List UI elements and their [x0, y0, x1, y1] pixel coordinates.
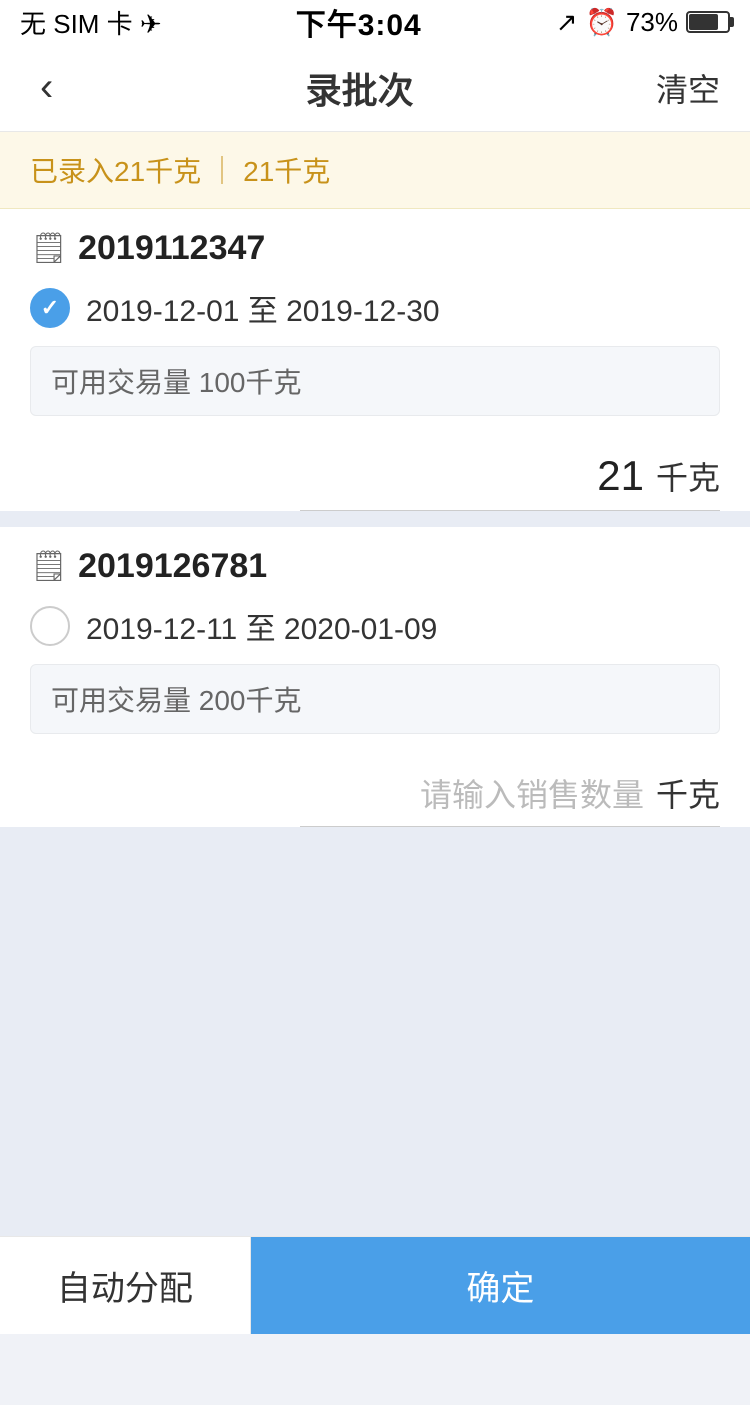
- radio-checked-1[interactable]: [30, 288, 70, 328]
- no-sim-label: 无 SIM 卡 ✈: [20, 4, 162, 41]
- battery-icon: [686, 11, 730, 33]
- batch-header-2: 🗒 2019126781: [0, 527, 750, 596]
- batch-date-2: 2019-12-11 至 2020-01-09: [86, 604, 437, 648]
- empty-area: [0, 827, 750, 1307]
- batch-icon-1: 🗒: [30, 231, 68, 266]
- radio-unchecked-2[interactable]: [30, 606, 70, 646]
- status-time: 下午3:04: [296, 0, 422, 44]
- batch-available-2: 可用交易量 200千克: [30, 664, 720, 734]
- quantity-placeholder-2: 请输入销售数量: [30, 770, 644, 816]
- bottom-bar: 自动分配 确定: [0, 1236, 750, 1334]
- batch-date-row-1[interactable]: 2019-12-01 至 2019-12-30: [0, 278, 750, 338]
- quantity-input-1[interactable]: [524, 452, 644, 500]
- clear-button[interactable]: 清空: [656, 65, 720, 111]
- batch-date-row-2[interactable]: 2019-12-11 至 2020-01-09: [0, 596, 750, 656]
- page-title: 录批次: [306, 62, 414, 114]
- quantity-row-2: 请输入销售数量 千克: [0, 750, 750, 826]
- batch-available-1: 可用交易量 100千克: [30, 346, 720, 416]
- quantity-unit-1: 千克: [656, 453, 720, 499]
- recorded-amount: 已录入21千克: [30, 150, 201, 190]
- status-bar: 无 SIM 卡 ✈ 下午3:04 ↗ ⏰ 73%: [0, 0, 750, 44]
- banner-divider: [221, 156, 223, 184]
- batch-id-1: 2019112347: [78, 229, 265, 268]
- batch-date-1: 2019-12-01 至 2019-12-30: [86, 286, 440, 330]
- location-icon: ↗: [556, 7, 578, 38]
- batch-header-1: 🗒 2019112347: [0, 209, 750, 278]
- batch-icon-2: 🗒: [30, 549, 68, 584]
- section-separator: [0, 511, 750, 527]
- batch-card-1: 🗒 2019112347 2019-12-01 至 2019-12-30 可用交…: [0, 209, 750, 511]
- total-amount: 21千克: [243, 150, 330, 190]
- quantity-row-1: 千克: [0, 432, 750, 510]
- batch-id-2: 2019126781: [78, 547, 267, 586]
- batch-card-2: 🗒 2019126781 2019-12-11 至 2020-01-09 可用交…: [0, 527, 750, 827]
- status-right: ↗ ⏰ 73%: [556, 7, 730, 38]
- auto-assign-button[interactable]: 自动分配: [0, 1237, 250, 1334]
- quantity-unit-2: 千克: [656, 770, 720, 816]
- back-button[interactable]: ‹: [30, 55, 63, 120]
- info-banner: 已录入21千克 21千克: [0, 132, 750, 209]
- confirm-button[interactable]: 确定: [251, 1237, 750, 1334]
- nav-bar: ‹ 录批次 清空: [0, 44, 750, 132]
- status-left: 无 SIM 卡 ✈: [20, 4, 162, 41]
- alarm-icon: ⏰: [586, 7, 618, 38]
- battery-label: 73%: [626, 7, 678, 38]
